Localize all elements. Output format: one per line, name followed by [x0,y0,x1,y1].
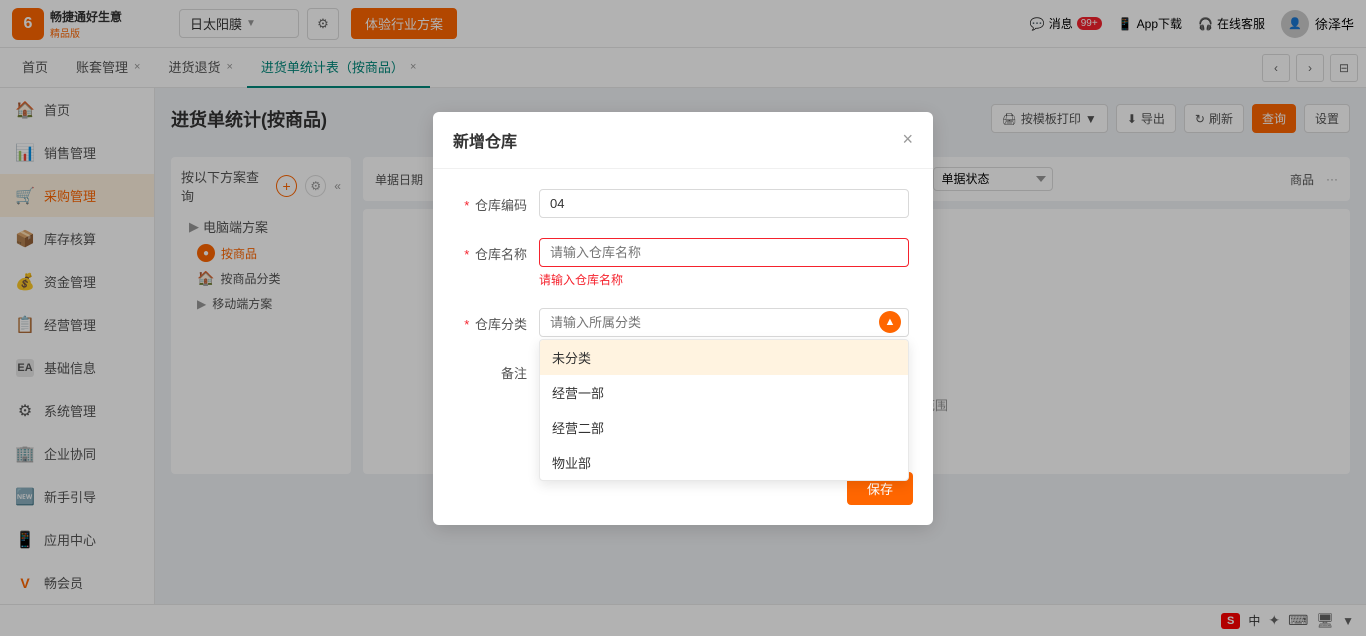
category-dropdown-arrow[interactable]: ▲ [879,311,901,333]
category-option-1[interactable]: 经营一部 [540,375,908,410]
modal-close-button[interactable]: × [902,129,913,150]
warehouse-category-row: * 仓库分类 ▲ 未分类 经营一部 经营二部 物业部 [457,308,909,337]
category-field-container: ▲ 未分类 经营一部 经营二部 物业部 [539,308,909,337]
category-input[interactable] [539,308,909,337]
code-label: * 仓库编码 [457,189,527,214]
category-dropdown-list: 未分类 经营一部 经营二部 物业部 [539,339,909,481]
name-label: * 仓库名称 [457,238,527,263]
notes-label: 备注 [457,357,527,382]
modal-title: 新增仓库 [453,128,517,152]
category-option-3[interactable]: 物业部 [540,445,908,480]
category-option-0[interactable]: 未分类 [540,340,908,375]
code-input[interactable] [539,189,909,218]
category-option-2[interactable]: 经营二部 [540,410,908,445]
name-field-container: 请输入仓库名称 [539,238,909,288]
modal-body: * 仓库编码 * 仓库名称 请输入仓库名称 [433,169,933,460]
modal-overlay[interactable]: 新增仓库 × * 仓库编码 * 仓库名称 [0,0,1366,636]
new-warehouse-modal: 新增仓库 × * 仓库编码 * 仓库名称 [433,112,933,525]
name-input[interactable] [539,238,909,267]
modal-header: 新增仓库 × [433,112,933,169]
name-error-message: 请输入仓库名称 [539,271,909,288]
code-field-container [539,189,909,218]
warehouse-code-row: * 仓库编码 [457,189,909,218]
category-dropdown: ▲ 未分类 经营一部 经营二部 物业部 [539,308,909,337]
category-label: * 仓库分类 [457,308,527,333]
warehouse-name-row: * 仓库名称 请输入仓库名称 [457,238,909,288]
